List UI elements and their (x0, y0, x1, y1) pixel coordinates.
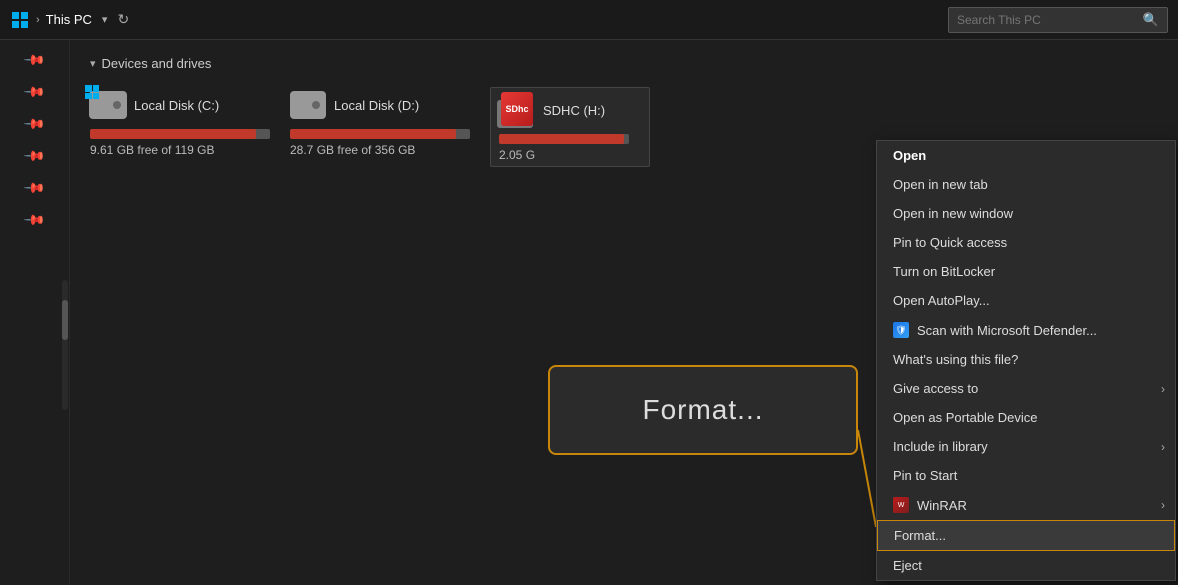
drive-c-header: Local Disk (C:) (90, 87, 219, 123)
drive-d-free: 28.7 GB free of 356 GB (290, 143, 415, 157)
pin-item-3[interactable]: 📌 (20, 110, 48, 138)
context-menu-defender[interactable]: 🛡 Scan with Microsoft Defender... (877, 315, 1175, 345)
defender-icon: 🛡 (893, 322, 909, 338)
pin-item-1[interactable]: 📌 (20, 46, 48, 74)
context-menu-bitlocker[interactable]: Turn on BitLocker (877, 257, 1175, 286)
pin-item-4[interactable]: 📌 (20, 142, 48, 170)
winrar-icon: W (893, 497, 909, 513)
sidebar: 📌 📌 📌 📌 📌 📌 (0, 40, 70, 585)
drive-c-fill (90, 129, 256, 139)
scrollbar-thumb[interactable] (62, 300, 68, 340)
submenu-arrow-winrar: › (1161, 498, 1165, 512)
pin-item-2[interactable]: 📌 (20, 78, 48, 106)
breadcrumb-dropdown[interactable]: ▾ (102, 13, 108, 26)
drive-h-free: 2.05 G (499, 148, 535, 162)
drive-c-icon (90, 87, 126, 123)
drive-d-header: Local Disk (D:) (290, 87, 419, 123)
section-collapse-icon[interactable]: ▾ (90, 57, 96, 70)
context-menu: Open Open in new tab Open in new window … (876, 140, 1176, 581)
submenu-arrow-library: › (1161, 440, 1165, 454)
context-menu-whatsusing[interactable]: What's using this file? (877, 345, 1175, 374)
drive-h-header: SDhc SDHC (H:) (499, 92, 605, 128)
drive-d-fill (290, 129, 456, 139)
windows-icon (10, 10, 30, 30)
pin-item-5[interactable]: 📌 (20, 174, 48, 202)
context-menu-pin-start[interactable]: Pin to Start (877, 461, 1175, 490)
context-menu-format[interactable]: Format... (877, 520, 1175, 551)
refresh-button[interactable]: ↻ (117, 11, 129, 28)
section-header: ▾ Devices and drives (90, 56, 1158, 71)
drive-d[interactable]: Local Disk (D:) 28.7 GB free of 356 GB (290, 87, 470, 157)
context-menu-giveaccess[interactable]: Give access to › (877, 374, 1175, 403)
context-menu-portable[interactable]: Open as Portable Device (877, 403, 1175, 432)
drive-h-name: SDHC (H:) (543, 103, 605, 118)
context-menu-winrar[interactable]: W WinRAR › (877, 490, 1175, 520)
context-menu-open[interactable]: Open (877, 141, 1175, 170)
format-callout-label: Format... (642, 394, 763, 426)
search-input[interactable] (957, 13, 1137, 27)
drive-c-name: Local Disk (C:) (134, 98, 219, 113)
title-bar-left: › This PC ▾ ↻ (10, 10, 940, 30)
context-menu-autoplay[interactable]: Open AutoPlay... (877, 286, 1175, 315)
breadcrumb-separator: › (36, 14, 40, 26)
submenu-arrow-giveaccess: › (1161, 382, 1165, 396)
context-menu-open-window[interactable]: Open in new window (877, 199, 1175, 228)
drive-d-icon (290, 87, 326, 123)
scrollbar-track (62, 280, 68, 410)
context-menu-open-tab[interactable]: Open in new tab (877, 170, 1175, 199)
search-box[interactable]: 🔍 (948, 7, 1168, 33)
drive-h[interactable]: SDhc SDHC (H:) 2.05 G (490, 87, 650, 167)
drive-h-bar (499, 134, 629, 144)
drive-c-free: 9.61 GB free of 119 GB (90, 143, 215, 157)
context-menu-library[interactable]: Include in library › (877, 432, 1175, 461)
drive-h-icon: SDhc (499, 92, 535, 128)
drive-c[interactable]: Local Disk (C:) 9.61 GB free of 119 GB (90, 87, 270, 157)
search-icon: 🔍 (1143, 12, 1159, 28)
breadcrumb-label: This PC (46, 12, 92, 27)
context-menu-pin-quick[interactable]: Pin to Quick access (877, 228, 1175, 257)
drive-h-fill (499, 134, 624, 144)
format-callout: Format... (548, 365, 858, 455)
drive-d-bar (290, 129, 470, 139)
context-menu-eject[interactable]: Eject (877, 551, 1175, 580)
section-title: Devices and drives (102, 56, 212, 71)
title-bar: › This PC ▾ ↻ 🔍 (0, 0, 1178, 40)
drive-c-bar (90, 129, 270, 139)
drive-d-name: Local Disk (D:) (334, 98, 419, 113)
pin-item-6[interactable]: 📌 (20, 206, 48, 234)
